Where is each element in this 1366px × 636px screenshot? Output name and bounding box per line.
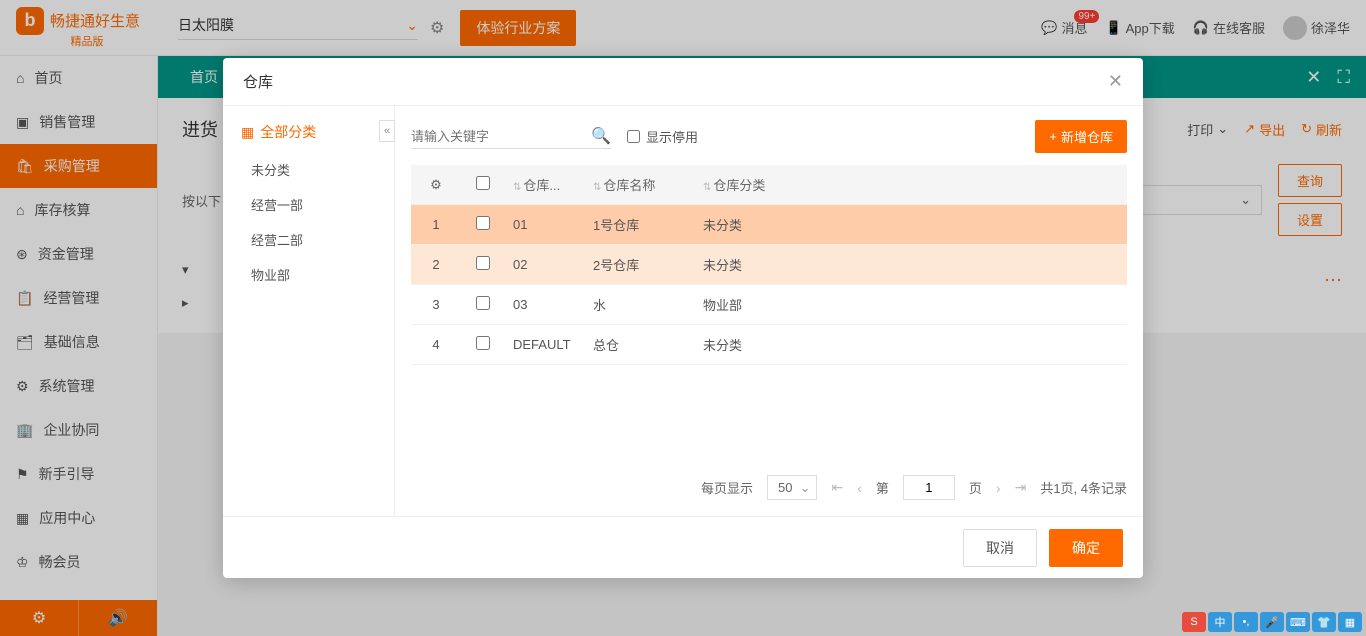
row-checkbox[interactable] (476, 256, 490, 270)
page-total: 共1页, 4条记录 (1040, 478, 1127, 497)
category-item[interactable]: 经营二部 (223, 222, 394, 257)
grid-icon: ▦ (241, 124, 254, 141)
warehouse-table: ⚙ ⇅仓库... ⇅仓库名称 ⇅仓库分类 1 01 1号仓库 未分类 2 02 … (411, 165, 1127, 365)
first-page-icon[interactable]: ⇤ (831, 479, 843, 496)
show-disabled-checkbox[interactable]: 显示停用 (627, 127, 698, 146)
row-checkbox[interactable] (476, 296, 490, 310)
ime-grid-icon[interactable]: ▦ (1338, 612, 1362, 632)
ime-s-icon[interactable]: S (1182, 612, 1206, 632)
prev-page-icon[interactable]: ‹ (857, 480, 862, 496)
col-name[interactable]: ⇅仓库名称 (585, 165, 695, 205)
ime-keyboard-icon[interactable]: ⌨ (1286, 612, 1310, 632)
row-checkbox[interactable] (476, 216, 490, 230)
modal-title: 仓库 (243, 71, 273, 92)
search-input[interactable] (411, 125, 591, 148)
table-row[interactable]: 4 DEFAULT 总仓 未分类 (411, 325, 1127, 365)
close-icon[interactable]: ✕ (1108, 71, 1123, 92)
per-page-label: 每页显示 (701, 478, 753, 497)
collapse-sidebar-icon[interactable]: « (379, 120, 395, 142)
table-row[interactable]: 2 02 2号仓库 未分类 (411, 245, 1127, 285)
col-category[interactable]: ⇅仓库分类 (695, 165, 1127, 205)
table-row[interactable]: 1 01 1号仓库 未分类 (411, 205, 1127, 245)
category-item[interactable]: 物业部 (223, 257, 394, 292)
last-page-icon[interactable]: ⇥ (1015, 479, 1027, 496)
table-row[interactable]: 3 03 水 物业部 (411, 285, 1127, 325)
category-item[interactable]: 未分类 (223, 152, 394, 187)
add-warehouse-button[interactable]: + 新增仓库 (1035, 120, 1127, 153)
select-all-checkbox[interactable] (476, 176, 490, 190)
ime-skin-icon[interactable]: 👕 (1312, 612, 1336, 632)
ok-button[interactable]: 确定 (1049, 529, 1123, 567)
category-item[interactable]: 经营一部 (223, 187, 394, 222)
ime-punct-icon[interactable]: •, (1234, 612, 1258, 632)
category-all[interactable]: ▦ 全部分类 (223, 122, 394, 152)
ime-toolbar: S 中 •, 🎤 ⌨ 👕 ▦ (1182, 612, 1362, 632)
cancel-button[interactable]: 取消 (963, 529, 1037, 567)
ime-mic-icon[interactable]: 🎤 (1260, 612, 1284, 632)
search-icon[interactable]: 🔍 (591, 126, 611, 146)
next-page-icon[interactable]: › (996, 480, 1001, 496)
row-checkbox[interactable] (476, 336, 490, 350)
modal-overlay: 仓库 ✕ ▦ 全部分类 未分类 经营一部 经营二部 物业部 « 🔍 (0, 0, 1366, 636)
ime-cn-icon[interactable]: 中 (1208, 612, 1232, 632)
col-settings[interactable]: ⚙ (411, 165, 461, 205)
warehouse-modal: 仓库 ✕ ▦ 全部分类 未分类 经营一部 经营二部 物业部 « 🔍 (223, 58, 1143, 578)
page-input[interactable] (903, 475, 955, 500)
page-size-select[interactable]: 50 ⌄ (767, 475, 817, 500)
col-code[interactable]: ⇅仓库... (505, 165, 585, 205)
